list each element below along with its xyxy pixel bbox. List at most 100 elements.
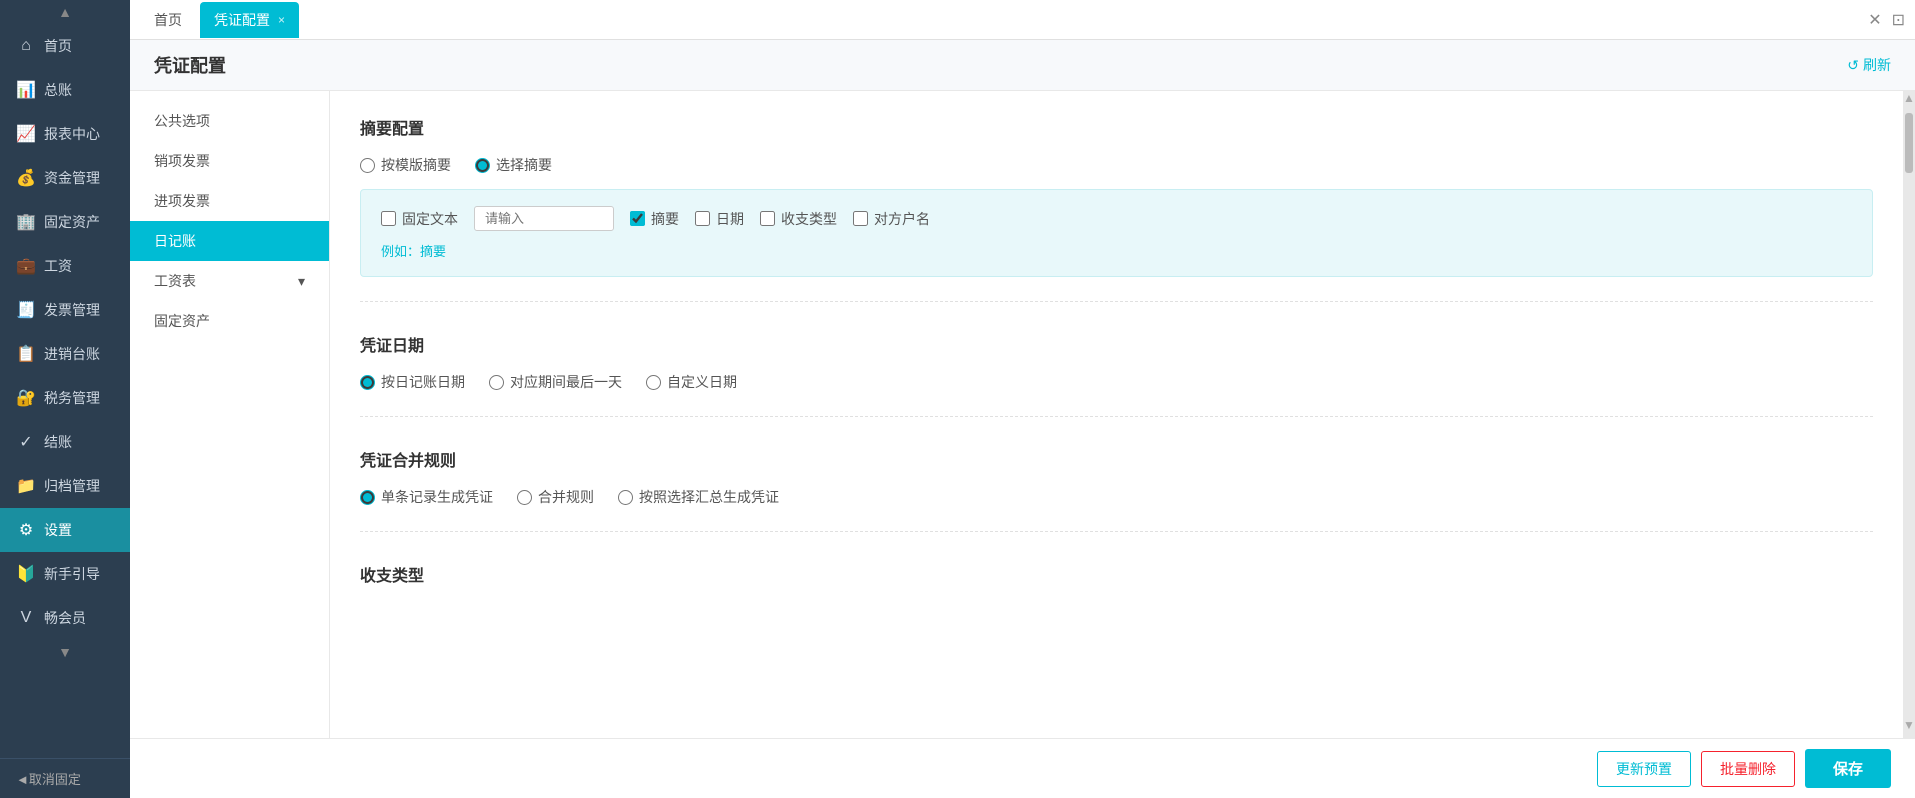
vip-icon: V: [16, 609, 36, 627]
left-nav: 公共选项 销项发票 进项发票 日记账 工资表 ▾ 固定资产: [130, 91, 330, 738]
sidebar-item-invoice-mgmt[interactable]: 🧾 发票管理: [0, 288, 130, 332]
tab-bar-actions: ✕ ⊡: [1868, 10, 1905, 30]
nav-item-journal[interactable]: 日记账: [130, 221, 329, 261]
template-summary-option[interactable]: 按模版摘要: [360, 155, 451, 175]
save-button[interactable]: 保存: [1805, 749, 1891, 788]
counter-name-checkbox[interactable]: [853, 211, 868, 226]
date-checkbox[interactable]: [695, 211, 710, 226]
window-resize-button[interactable]: ⊡: [1892, 10, 1905, 30]
page-header: 凭证配置 ↺ 刷新: [130, 40, 1915, 91]
refresh-button[interactable]: ↺ 刷新: [1847, 55, 1891, 75]
sidebar-item-tax[interactable]: 🔐 税务管理: [0, 376, 130, 420]
page-title: 凭证配置: [154, 52, 226, 78]
sidebar: ▲ ⌂ 首页 📊 总账 📈 报表中心 💰 资金管理 🏢 固定资产 💼 工资 🧾 …: [0, 0, 130, 798]
tab-home[interactable]: 首页: [140, 2, 196, 38]
sidebar-scroll-down[interactable]: ▼: [0, 640, 130, 664]
sidebar-item-home[interactable]: ⌂ 首页: [0, 24, 130, 68]
tax-icon: 🔐: [16, 388, 36, 408]
chevron-down-icon: ▾: [298, 273, 305, 290]
income-type-section: 收支类型: [360, 562, 1873, 626]
nav-item-purchase-invoice[interactable]: 进项发票: [130, 181, 329, 221]
sidebar-item-vip[interactable]: V 畅会员: [0, 596, 130, 640]
summary-config-section: 摘要配置 按模版摘要 选择摘要: [360, 115, 1873, 302]
sidebar-item-reports[interactable]: 📈 报表中心: [0, 112, 130, 156]
merge-rule-radio[interactable]: [517, 490, 532, 505]
summary-checkbox-item[interactable]: 摘要: [630, 209, 679, 229]
scroll-up-arrow[interactable]: ▲: [1903, 91, 1915, 111]
tab-bar: 首页 凭证配置 × ✕ ⊡: [130, 0, 1915, 40]
refresh-icon: ↺: [1847, 57, 1859, 74]
capital-icon: 💰: [16, 168, 36, 188]
closing-icon: ✓: [16, 432, 36, 452]
main-area: 首页 凭证配置 × ✕ ⊡ 凭证配置 ↺ 刷新 公共选项 销项发票: [130, 0, 1915, 798]
single-record-radio[interactable]: [360, 490, 375, 505]
batch-delete-button[interactable]: 批量删除: [1701, 751, 1795, 787]
by-journal-date-radio[interactable]: [360, 375, 375, 390]
sidebar-item-closing[interactable]: ✓ 结账: [0, 420, 130, 464]
sidebar-item-sales-ledger[interactable]: 📋 进销台账: [0, 332, 130, 376]
custom-date-radio[interactable]: [646, 375, 661, 390]
content-layout: 公共选项 销项发票 进项发票 日记账 工资表 ▾ 固定资产: [130, 91, 1915, 738]
page-scrollbar[interactable]: ▲ ▼: [1903, 91, 1915, 738]
counter-name-checkbox-item[interactable]: 对方户名: [853, 209, 930, 229]
fixed-text-checkbox[interactable]: [381, 211, 396, 226]
reports-icon: 📈: [16, 124, 36, 144]
merge-rules-section: 凭证合并规则 单条记录生成凭证 合并规则 按照选择汇总生成凭证: [360, 447, 1873, 532]
sidebar-item-payroll[interactable]: 💼 工资: [0, 244, 130, 288]
summary-config-box: 固定文本 摘要 日期: [360, 189, 1873, 277]
last-day-radio[interactable]: [489, 375, 504, 390]
voucher-date-title: 凭证日期: [360, 332, 1873, 356]
custom-date-option[interactable]: 自定义日期: [646, 372, 737, 392]
guide-icon: 🔰: [16, 564, 36, 584]
income-type-checkbox-item[interactable]: 收支类型: [760, 209, 837, 229]
sidebar-unpin-button[interactable]: ◄取消固定: [0, 758, 130, 798]
merge-rules-radio-group: 单条记录生成凭证 合并规则 按照选择汇总生成凭证: [360, 487, 1873, 507]
by-selection-option[interactable]: 按照选择汇总生成凭证: [618, 487, 779, 507]
by-journal-date-option[interactable]: 按日记账日期: [360, 372, 465, 392]
sidebar-item-ledger[interactable]: 📊 总账: [0, 68, 130, 112]
select-summary-option[interactable]: 选择摘要: [475, 155, 552, 175]
scroll-down-arrow[interactable]: ▼: [1903, 718, 1915, 738]
by-selection-radio[interactable]: [618, 490, 633, 505]
income-type-checkbox[interactable]: [760, 211, 775, 226]
sidebar-item-guide[interactable]: 🔰 新手引导: [0, 552, 130, 596]
merge-rule-option[interactable]: 合并规则: [517, 487, 594, 507]
voucher-date-section: 凭证日期 按日记账日期 对应期间最后一天 自定义日期: [360, 332, 1873, 417]
nav-item-payroll-table[interactable]: 工资表 ▾: [130, 261, 329, 301]
settings-icon: ⚙: [16, 520, 36, 540]
tab-close-icon[interactable]: ×: [278, 13, 285, 27]
sidebar-item-settings[interactable]: ⚙ 设置: [0, 508, 130, 552]
sidebar-item-assets[interactable]: 🏢 固定资产: [0, 200, 130, 244]
last-day-option[interactable]: 对应期间最后一天: [489, 372, 622, 392]
income-type-title: 收支类型: [360, 562, 1873, 586]
scroll-thumb[interactable]: [1905, 113, 1913, 173]
merge-rules-title: 凭证合并规则: [360, 447, 1873, 471]
fixed-text-input[interactable]: [474, 206, 614, 231]
template-summary-radio[interactable]: [360, 158, 375, 173]
nav-item-fixed-assets[interactable]: 固定资产: [130, 301, 329, 341]
sidebar-item-archive[interactable]: 📁 归档管理: [0, 464, 130, 508]
date-checkbox-item[interactable]: 日期: [695, 209, 744, 229]
summary-checkbox[interactable]: [630, 211, 645, 226]
nav-item-sales-invoice[interactable]: 销项发票: [130, 141, 329, 181]
right-content: 摘要配置 按模版摘要 选择摘要: [330, 91, 1903, 738]
nav-item-public-options[interactable]: 公共选项: [130, 101, 329, 141]
voucher-date-radio-group: 按日记账日期 对应期间最后一天 自定义日期: [360, 372, 1873, 392]
sales-ledger-icon: 📋: [16, 344, 36, 364]
assets-icon: 🏢: [16, 212, 36, 232]
bottom-action-bar: 更新预置 批量删除 保存: [130, 738, 1915, 798]
update-preview-button[interactable]: 更新预置: [1597, 751, 1691, 787]
summary-config-title: 摘要配置: [360, 115, 1873, 139]
summary-checkbox-row: 固定文本 摘要 日期: [381, 206, 1852, 231]
select-summary-radio[interactable]: [475, 158, 490, 173]
sidebar-item-capital[interactable]: 💰 资金管理: [0, 156, 130, 200]
summary-radio-group: 按模版摘要 选择摘要: [360, 155, 1873, 175]
single-record-option[interactable]: 单条记录生成凭证: [360, 487, 493, 507]
tab-voucher-config[interactable]: 凭证配置 ×: [200, 2, 299, 38]
home-icon: ⌂: [16, 37, 36, 55]
fixed-text-checkbox-item[interactable]: 固定文本: [381, 209, 458, 229]
sidebar-scroll-up[interactable]: ▲: [0, 0, 130, 24]
archive-icon: 📁: [16, 476, 36, 496]
window-close-button[interactable]: ✕: [1868, 10, 1881, 30]
ledger-icon: 📊: [16, 80, 36, 100]
